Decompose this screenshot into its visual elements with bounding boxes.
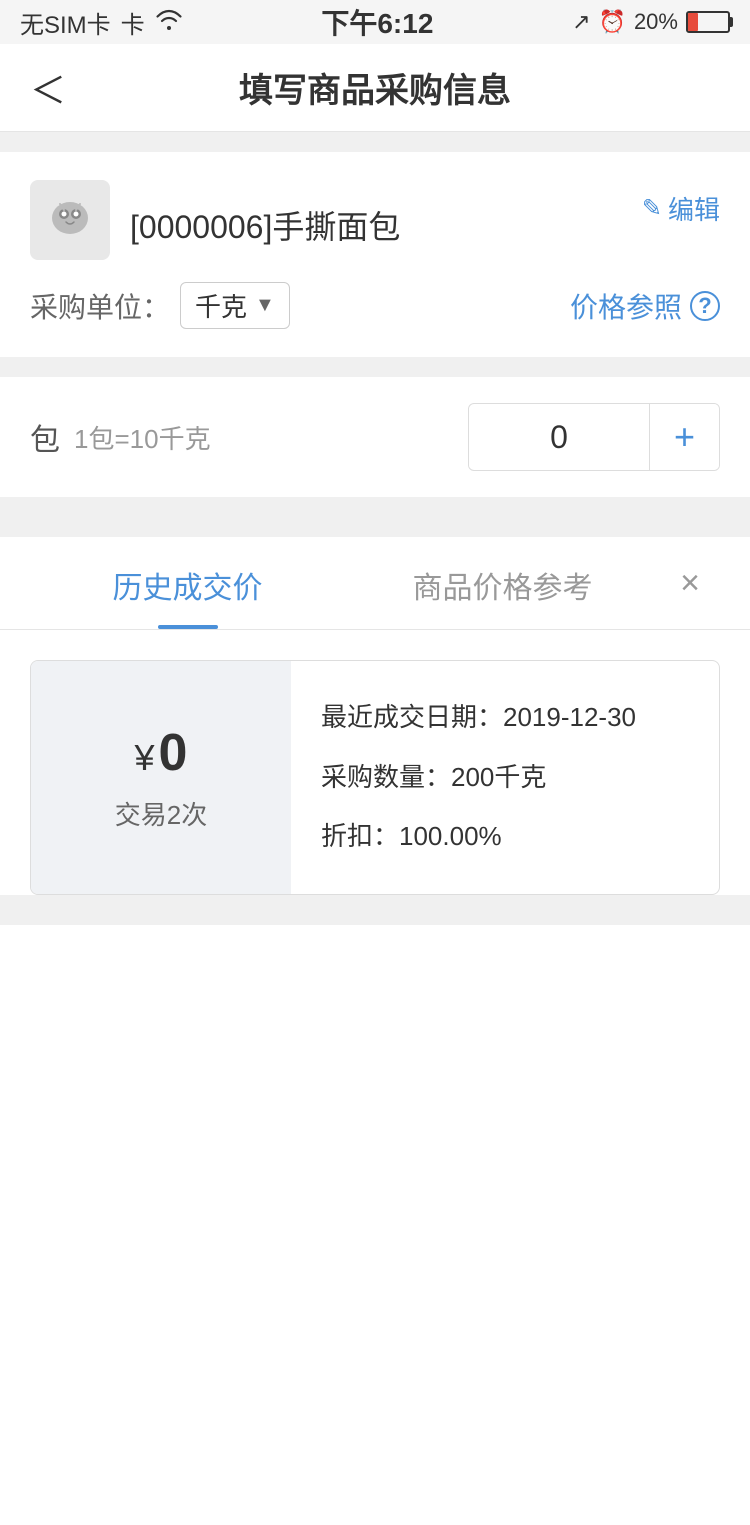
unit-value: 千克 (195, 287, 247, 324)
price-ref-help-icon: ? (690, 291, 720, 321)
battery-indicator (686, 11, 730, 33)
qty-icon: 包 (30, 415, 60, 459)
edit-label: 编辑 (668, 190, 720, 227)
status-time: 下午6:12 (321, 2, 433, 42)
qty-plus-button[interactable]: + (649, 404, 719, 470)
tabs-row: 历史成交价 商品价格参考 × (0, 537, 750, 630)
status-left: 无SIM卡 卡 (20, 5, 183, 40)
qty-detail-label: 采购数量： (321, 762, 451, 792)
tab-history-label: 历史成交价 (113, 572, 263, 605)
product-unit-row: 采购单位： 千克 ▼ 价格参照 ? (30, 282, 720, 329)
quantity-row: 包 1包=10千克 + (0, 377, 750, 497)
currency-symbol: ¥ (135, 737, 155, 778)
battery-fill (688, 13, 698, 31)
bottom-space (0, 925, 750, 1525)
product-left: [0000006]手撕面包 (30, 180, 400, 260)
qty-label: 包 1包=10千克 (30, 415, 211, 459)
panel-container: 历史成交价 商品价格参考 × ¥0 交易2次 最近成交日期：2019-12-30… (0, 537, 750, 895)
status-bar: 无SIM卡 卡 下午6:12 ↗ ⏰ 20% (0, 0, 750, 44)
edit-icon: ✎ (642, 194, 662, 223)
tab-price-ref[interactable]: 商品价格参考 (345, 537, 660, 629)
panel-close-button[interactable]: × (660, 542, 720, 625)
product-owl-icon (44, 190, 96, 251)
product-header: [0000006]手撕面包 ✎ 编辑 (30, 180, 720, 260)
back-button[interactable]: ＜ (30, 62, 66, 114)
tab-history-price[interactable]: 历史成交价 (30, 537, 345, 629)
qty-detail-value: 200千克 (451, 762, 546, 792)
price-card: ¥0 交易2次 最近成交日期：2019-12-30 采购数量：200千克 折扣：… (30, 660, 720, 895)
close-icon: × (680, 564, 700, 602)
product-full-name: [0000006]手撕面包 (130, 202, 400, 248)
recent-date-row: 最近成交日期：2019-12-30 (321, 697, 689, 739)
price-ref-label: 价格参照 (570, 286, 682, 326)
unit-label: 采购单位： (30, 286, 170, 326)
product-card: [0000006]手撕面包 ✎ 编辑 采购单位： 千克 ▼ 价格参照 ? (0, 152, 750, 357)
plus-icon: + (674, 416, 695, 458)
discount-value: 100.00% (399, 821, 502, 851)
qty-detail-row: 采购数量：200千克 (321, 757, 689, 799)
carrier-text: 无SIM卡 (20, 5, 111, 40)
recent-date-value: 2019-12-30 (503, 702, 636, 732)
product-thumbnail (30, 180, 110, 260)
unit-select[interactable]: 千克 ▼ (180, 282, 290, 329)
tab-priceref-label: 商品价格参考 (413, 572, 593, 605)
section-divider-2 (0, 497, 750, 517)
alarm-icon: ⏰ (599, 9, 626, 35)
price-card-right: 最近成交日期：2019-12-30 采购数量：200千克 折扣：100.00% (291, 661, 719, 894)
wifi-icon (155, 8, 183, 37)
nav-header: ＜ 填写商品采购信息 (0, 44, 750, 132)
sim-card-icon: 卡 (121, 5, 145, 40)
qty-input-group: + (468, 403, 720, 471)
discount-row: 折扣：100.00% (321, 816, 689, 858)
price-card-left: ¥0 交易2次 (31, 661, 291, 894)
recent-date-label: 最近成交日期： (321, 702, 503, 732)
location-icon: ↗ (572, 9, 590, 35)
page-title: 填写商品采购信息 (239, 63, 511, 112)
status-right: ↗ ⏰ 20% (572, 9, 730, 35)
price-ref-button[interactable]: 价格参照 ? (570, 286, 720, 326)
qty-unit-hint: 1包=10千克 (74, 419, 211, 456)
price-value: 0 (159, 724, 188, 782)
section-divider (0, 357, 750, 377)
edit-button[interactable]: ✎ 编辑 (642, 190, 720, 227)
unit-dropdown-arrow: ▼ (255, 294, 275, 317)
qty-input[interactable] (469, 407, 649, 468)
trade-count: 交易2次 (115, 795, 207, 832)
battery-pct: 20% (634, 9, 678, 35)
back-icon: ＜ (30, 70, 66, 111)
price-amount: ¥0 (135, 723, 188, 783)
discount-label: 折扣： (321, 821, 399, 851)
